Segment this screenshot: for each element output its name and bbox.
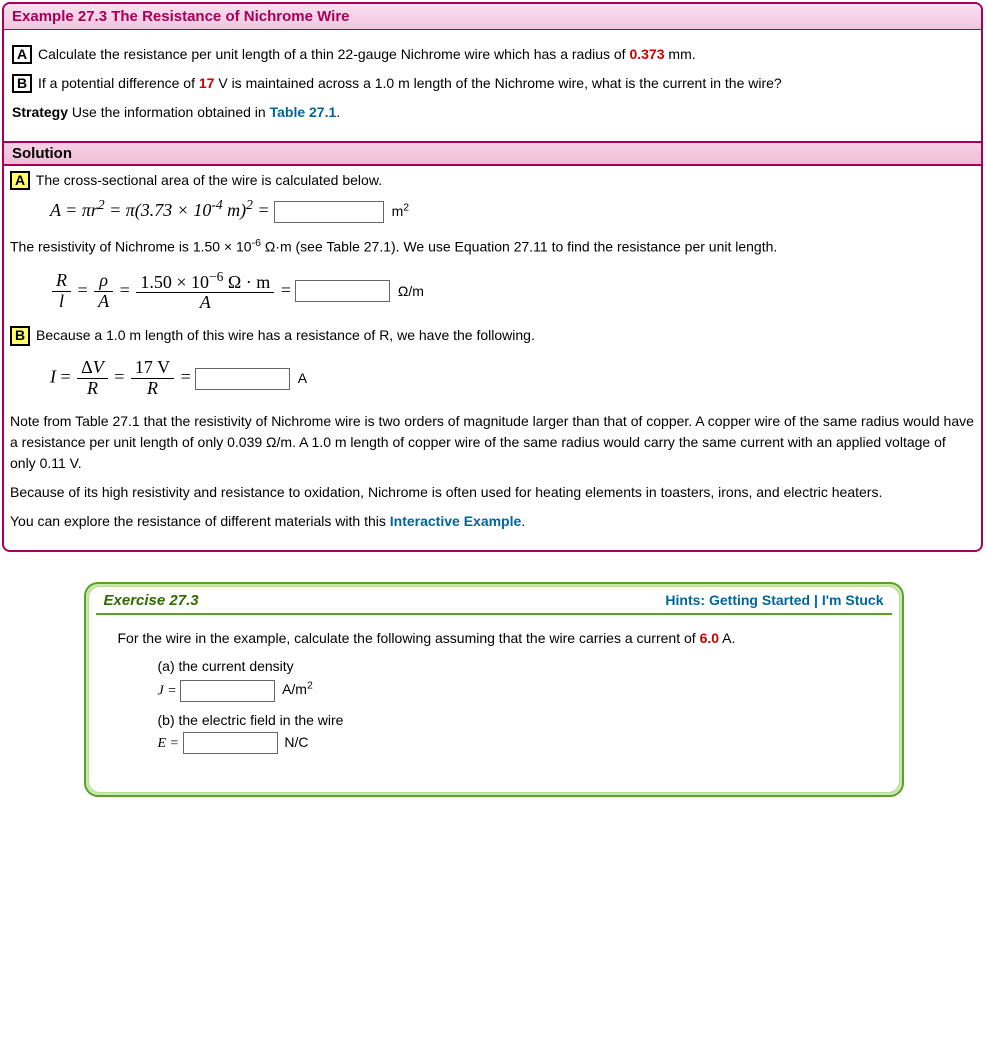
seventeen-v: 17 V (131, 358, 174, 379)
exercise-part-b: (b) the electric field in the wire E = N… (118, 709, 870, 756)
example-title: Example 27.3 The Resistance of Nichrome … (4, 4, 981, 30)
solution-b-text: Because a 1.0 m length of this wire has … (36, 327, 535, 343)
current-density-input[interactable] (180, 680, 275, 702)
interactive-example-link[interactable]: Interactive Example (390, 513, 522, 529)
area-unit: m (392, 203, 404, 219)
exercise-hints: Hints: Getting Started | I'm Stuck (665, 592, 883, 609)
rho-num: 1.50 × 10 (140, 272, 209, 292)
area-sup2: 2 (246, 197, 253, 212)
E-unit: N/C (284, 734, 308, 750)
J-unit: A/m (282, 681, 307, 697)
hint-im-stuck-link[interactable]: I'm Stuck (822, 592, 884, 608)
part-a-text1: Calculate the resistance per unit length… (38, 46, 629, 62)
ex-b-label: (b) the electric field in the wire (158, 709, 870, 731)
amp-unit: A (298, 370, 307, 386)
strategy-dot: . (336, 104, 340, 120)
resist-exp: -6 (252, 237, 261, 249)
exercise-prompt: For the wire in the example, calculate t… (118, 627, 870, 649)
frac-dV-R: ΔV R (77, 358, 108, 399)
example-body: A Calculate the resistance per unit leng… (4, 30, 981, 141)
area-exp: -4 (211, 197, 222, 212)
solution-b-label: B (10, 326, 30, 345)
frac-rho: ρ (94, 271, 113, 292)
area-lhs: A = πr (50, 200, 98, 220)
frac-rho-value: 1.50 × 10−6 Ω · m A (136, 270, 274, 314)
solution-a-line: A The cross-sectional area of the wire i… (10, 170, 975, 191)
frac-A2: A (136, 293, 274, 313)
resistance-per-length-equation: R l = ρ A = 1.50 × 10−6 Ω · m A = Ω/m (10, 266, 975, 318)
ex-prompt2: A. (719, 630, 735, 646)
voltage-value: 17 (199, 75, 215, 91)
R-den2: R (131, 379, 174, 399)
electric-field-input[interactable] (183, 732, 278, 754)
explore-text: You can explore the resistance of differ… (10, 513, 390, 529)
area-sup1: 2 (98, 197, 105, 212)
part-b-prompt: B If a potential difference of 17 V is m… (12, 73, 973, 94)
frac-17V-R: 17 V R (131, 358, 174, 399)
rho-unit: Ω · m (223, 272, 270, 292)
current-answer-input[interactable] (195, 368, 290, 390)
hints-prefix: Hints: (665, 592, 709, 608)
area-mid: = π(3.73 × 10 (105, 200, 212, 220)
radius-value: 0.373 (629, 46, 664, 62)
ohm-per-m-unit: Ω/m (398, 283, 424, 299)
exercise-body: For the wire in the example, calculate t… (104, 627, 884, 756)
exercise-box: Exercise 27.3 Hints: Getting Started | I… (84, 582, 904, 798)
exercise-part-a: (a) the current density J = A/m2 (118, 655, 870, 702)
r-per-l-answer-input[interactable] (295, 280, 390, 302)
frac-rho-over-A: ρ A (94, 271, 113, 312)
exercise-header-row: Exercise 27.3 Hints: Getting Started | I… (96, 592, 892, 615)
solution-header: Solution (4, 141, 981, 166)
ex-prompt1: For the wire in the example, calculate t… (118, 630, 700, 646)
J-unit-sup: 2 (307, 680, 313, 692)
explore-dot: . (521, 513, 525, 529)
part-b-label: B (12, 74, 32, 93)
part-a-text2: mm. (665, 46, 696, 62)
rho-exp: −6 (209, 269, 223, 284)
heating-paragraph: Because of its high resistivity and resi… (10, 482, 975, 503)
part-b-text2: V is maintained across a 1.0 m length of… (214, 75, 781, 91)
R-den1: R (77, 379, 108, 399)
E-eq: E = (158, 736, 183, 751)
frac-l: l (52, 292, 71, 312)
ex-current-value: 6.0 (700, 630, 719, 646)
part-b-text1: If a potential difference of (38, 75, 199, 91)
strategy-line: Strategy Use the information obtained in… (12, 102, 973, 123)
solution-body: A The cross-sectional area of the wire i… (4, 166, 981, 550)
exercise-title: Exercise 27.3 (104, 592, 199, 609)
example-box: Example 27.3 The Resistance of Nichrome … (2, 2, 983, 552)
resist-t2: Ω·m (see Table 27.1). We use Equation 27… (261, 239, 777, 255)
hint-getting-started-link[interactable]: Getting Started (709, 592, 810, 608)
table-link[interactable]: Table 27.1 (270, 104, 337, 120)
part-a-prompt: A Calculate the resistance per unit leng… (12, 44, 973, 65)
resistivity-text: The resistivity of Nichrome is 1.50 × 10… (10, 236, 975, 258)
exercise-wrap: Exercise 27.3 Hints: Getting Started | I… (84, 582, 904, 798)
frac-R-over-l: R l (52, 271, 71, 312)
ex-a-label: (a) the current density (158, 655, 870, 677)
strategy-text: Use the information obtained in (68, 104, 270, 120)
resist-t1: The resistivity of Nichrome is 1.50 × 10 (10, 239, 252, 255)
J-eq: J = (158, 683, 181, 698)
solution-b-line: B Because a 1.0 m length of this wire ha… (10, 325, 975, 346)
explore-line: You can explore the resistance of differ… (10, 511, 975, 532)
area-equation: A = πr2 = π(3.73 × 10-4 m)2 = m2 (10, 191, 975, 228)
note-paragraph: Note from Table 27.1 that the resistivit… (10, 411, 975, 474)
part-a-label: A (12, 45, 32, 64)
area-answer-input[interactable] (274, 201, 384, 223)
area-eq: = (253, 200, 274, 220)
area-after: m) (223, 200, 247, 220)
current-equation: I = ΔV R = 17 V R = A (10, 354, 975, 403)
hint-pipe: | (810, 592, 822, 608)
solution-a-text: The cross-sectional area of the wire is … (36, 172, 382, 188)
area-unit-sup: 2 (403, 201, 409, 213)
frac-A1: A (94, 292, 113, 312)
solution-a-label: A (10, 171, 30, 190)
strategy-bold: Strategy (12, 104, 68, 120)
frac-R: R (52, 271, 71, 292)
